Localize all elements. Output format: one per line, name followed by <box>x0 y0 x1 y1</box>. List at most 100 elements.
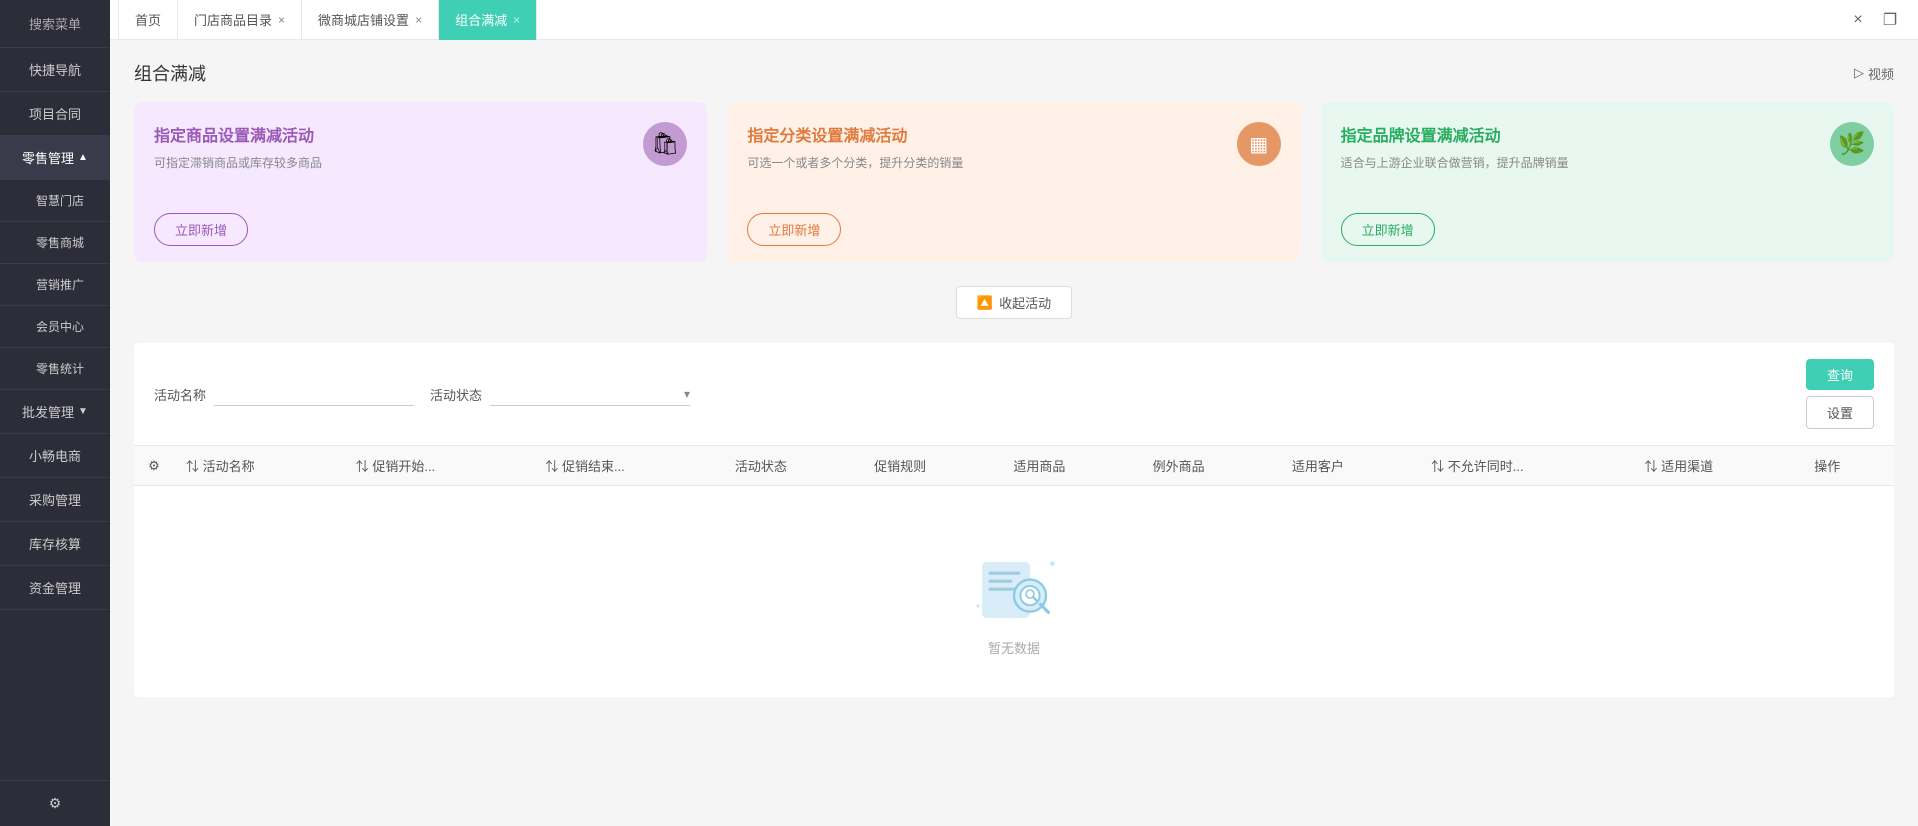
sidebar-item-label: 智慧门店 <box>36 192 84 209</box>
sidebar-item-label: 资金管理 <box>29 578 81 597</box>
empty-state-row: 暂无数据 <box>134 486 1894 698</box>
sidebar-item-label: 采购管理 <box>29 490 81 509</box>
page-header: 组合满减 ▷ 视频 <box>134 60 1894 86</box>
filter-row: 活动名称 活动状态 ▾ 查询 设置 <box>134 343 1894 446</box>
sidebar-item-label: 快捷导航 <box>29 60 81 79</box>
filter-name-field: 活动名称 <box>154 382 414 406</box>
close-tab-combo-discount-icon[interactable]: × <box>513 13 520 27</box>
th-activity-status: 活动状态 <box>723 446 862 486</box>
promo-cards-section: 指定商品设置满减活动 可指定滞销商品或库存较多商品 🛍 立即新增 指定分类设置满… <box>134 102 1894 262</box>
promo-card-product-add-button[interactable]: 立即新增 <box>154 213 248 246</box>
sort-asc-icon: ⇅ <box>356 459 369 474</box>
tab-home[interactable]: 首页 <box>118 0 178 40</box>
promo-card-category-title: 指定分类设置满减活动 <box>747 122 1280 146</box>
sidebar-item-retail-mgmt[interactable]: 零售管理 ▲ <box>0 136 110 180</box>
main-area: 首页 门店商品目录 × 微商城店铺设置 × 组合满减 × × ❐ 组合满减 ▷ … <box>110 0 1918 826</box>
table-wrap: ⚙ ⇅ 活动名称 ⇅ 促销开始... ⇅ <box>134 446 1894 697</box>
promo-card-product: 指定商品设置满减活动 可指定滞销商品或库存较多商品 🛍 立即新增 <box>134 102 707 262</box>
tab-product-catalog-label: 门店商品目录 <box>194 10 272 29</box>
sidebar-item-label: 零售统计 <box>36 360 84 377</box>
sidebar-settings[interactable]: ⚙ <box>0 780 110 826</box>
sidebar-item-member-center[interactable]: 会员中心 <box>0 306 110 348</box>
sidebar-item-label: 批发管理 <box>22 402 74 421</box>
restore-window-button[interactable]: ❐ <box>1878 8 1902 32</box>
sidebar-item-label: 零售管理 <box>22 148 74 167</box>
sidebar-item-label: 小畅电商 <box>29 446 81 465</box>
page-content: 组合满减 ▷ 视频 指定商品设置满减活动 可指定滞销商品或库存较多商品 🛍 立即… <box>110 40 1918 826</box>
tab-home-label: 首页 <box>135 10 161 29</box>
promo-card-brand: 指定品牌设置满减活动 适合与上游企业联合做营销，提升品牌销量 🌿 立即新增 <box>1321 102 1894 262</box>
play-circle-icon: ▷ <box>1854 65 1864 81</box>
filter-status-select-wrap: ▾ <box>490 382 690 406</box>
promo-card-product-desc: 可指定滞销商品或库存较多商品 <box>154 154 687 201</box>
page-title: 组合满减 <box>134 60 206 86</box>
promo-card-category-add-button[interactable]: 立即新增 <box>747 213 841 246</box>
promo-card-brand-desc: 适合与上游企业联合做营销，提升品牌销量 <box>1341 154 1874 201</box>
filter-name-label: 活动名称 <box>154 385 206 404</box>
sidebar-item-marketing[interactable]: 营销推广 <box>0 264 110 306</box>
th-applicable-channel[interactable]: ⇅ 适用渠道 <box>1633 446 1803 486</box>
filter-status-field: 活动状态 ▾ <box>430 382 690 406</box>
sidebar-item-smart-store[interactable]: 智慧门店 <box>0 180 110 222</box>
tab-combo-discount-label: 组合满减 <box>455 10 507 29</box>
sidebar-item-retail-mall[interactable]: 零售商城 <box>0 222 110 264</box>
promo-card-category-desc: 可选一个或者多个分类，提升分类的销量 <box>747 154 1280 201</box>
sidebar-item-purchase-mgmt[interactable]: 采购管理 <box>0 478 110 522</box>
th-promo-rule: 促销规则 <box>862 446 1001 486</box>
sidebar-item-quick-nav[interactable]: 快捷导航 <box>0 48 110 92</box>
sidebar-search[interactable]: 搜索菜单 <box>0 0 110 48</box>
empty-state: 暂无数据 <box>134 486 1894 697</box>
tab-wechat-store[interactable]: 微商城店铺设置 × <box>302 0 439 40</box>
sidebar-item-finance[interactable]: 资金管理 <box>0 566 110 610</box>
th-applicable-goods: 适用商品 <box>1001 446 1140 486</box>
sidebar-item-wholesale-mgmt[interactable]: 批发管理 ▼ <box>0 390 110 434</box>
filter-table-section: 活动名称 活动状态 ▾ 查询 设置 <box>134 343 1894 697</box>
th-promo-start[interactable]: ⇅ 促销开始... <box>344 446 534 486</box>
filter-name-input[interactable] <box>214 382 414 406</box>
promo-card-category-icon: ▦ <box>1237 122 1281 166</box>
sort-asc-icon: ⇅ <box>186 459 199 474</box>
th-operation: 操作 <box>1802 446 1894 486</box>
sort-icon: ⇅ <box>1431 459 1444 474</box>
close-tab-wechat-store-icon[interactable]: × <box>415 13 422 27</box>
filter-status-label: 活动状态 <box>430 385 482 404</box>
sidebar-item-label: 库存核算 <box>29 534 81 553</box>
th-gear[interactable]: ⚙ <box>134 446 174 486</box>
promo-card-brand-title: 指定品牌设置满减活动 <box>1341 122 1874 146</box>
filter-status-select[interactable] <box>490 382 690 406</box>
sidebar-item-retail-stats[interactable]: 零售统计 <box>0 348 110 390</box>
expand-arrow-icon: ▼ <box>78 406 88 417</box>
th-no-concurrent[interactable]: ⇅ 不允许同时... <box>1419 446 1632 486</box>
video-link[interactable]: ▷ 视频 <box>1854 64 1894 83</box>
th-activity-name[interactable]: ⇅ 活动名称 <box>174 446 344 486</box>
filter-actions: 查询 设置 <box>1806 359 1874 429</box>
th-applicable-customer: 适用客户 <box>1280 446 1419 486</box>
query-button[interactable]: 查询 <box>1806 359 1874 390</box>
tab-product-catalog[interactable]: 门店商品目录 × <box>178 0 302 40</box>
sidebar-item-xiaochangec[interactable]: 小畅电商 <box>0 434 110 478</box>
collapse-bar: 🔼 收起活动 <box>134 278 1894 327</box>
th-exception-goods: 例外商品 <box>1141 446 1280 486</box>
tab-bar: 首页 门店商品目录 × 微商城店铺设置 × 组合满减 × × ❐ <box>110 0 1918 40</box>
sidebar-item-label: 零售商城 <box>36 234 84 251</box>
sort-asc-icon: ⇅ <box>545 459 558 474</box>
close-tab-product-catalog-icon[interactable]: × <box>278 13 285 27</box>
table-header-row: ⚙ ⇅ 活动名称 ⇅ 促销开始... ⇅ <box>134 446 1894 486</box>
settings-button[interactable]: 设置 <box>1806 396 1874 429</box>
gear-icon: ⚙ <box>148 458 160 473</box>
collapse-activities-button[interactable]: 🔼 收起活动 <box>956 286 1072 319</box>
sidebar-item-project-contract[interactable]: 项目合同 <box>0 92 110 136</box>
settings-icon: ⚙ <box>49 795 62 811</box>
promo-card-category: 指定分类设置满减活动 可选一个或者多个分类，提升分类的销量 ▦ 立即新增 <box>727 102 1300 262</box>
th-promo-end[interactable]: ⇅ 促销结束... <box>533 446 723 486</box>
promo-card-product-title: 指定商品设置满减活动 <box>154 122 687 146</box>
sidebar-item-inventory[interactable]: 库存核算 <box>0 522 110 566</box>
promo-card-brand-add-button[interactable]: 立即新增 <box>1341 213 1435 246</box>
tab-combo-discount[interactable]: 组合满减 × <box>439 0 537 40</box>
close-window-button[interactable]: × <box>1846 8 1870 32</box>
activity-table: ⚙ ⇅ 活动名称 ⇅ 促销开始... ⇅ <box>134 446 1894 697</box>
sidebar: 搜索菜单 快捷导航 项目合同 零售管理 ▲ 智慧门店 零售商城 营销推广 会员中… <box>0 0 110 826</box>
video-label: 视频 <box>1868 64 1894 83</box>
tab-wechat-store-label: 微商城店铺设置 <box>318 10 409 29</box>
empty-illustration <box>964 546 1064 626</box>
